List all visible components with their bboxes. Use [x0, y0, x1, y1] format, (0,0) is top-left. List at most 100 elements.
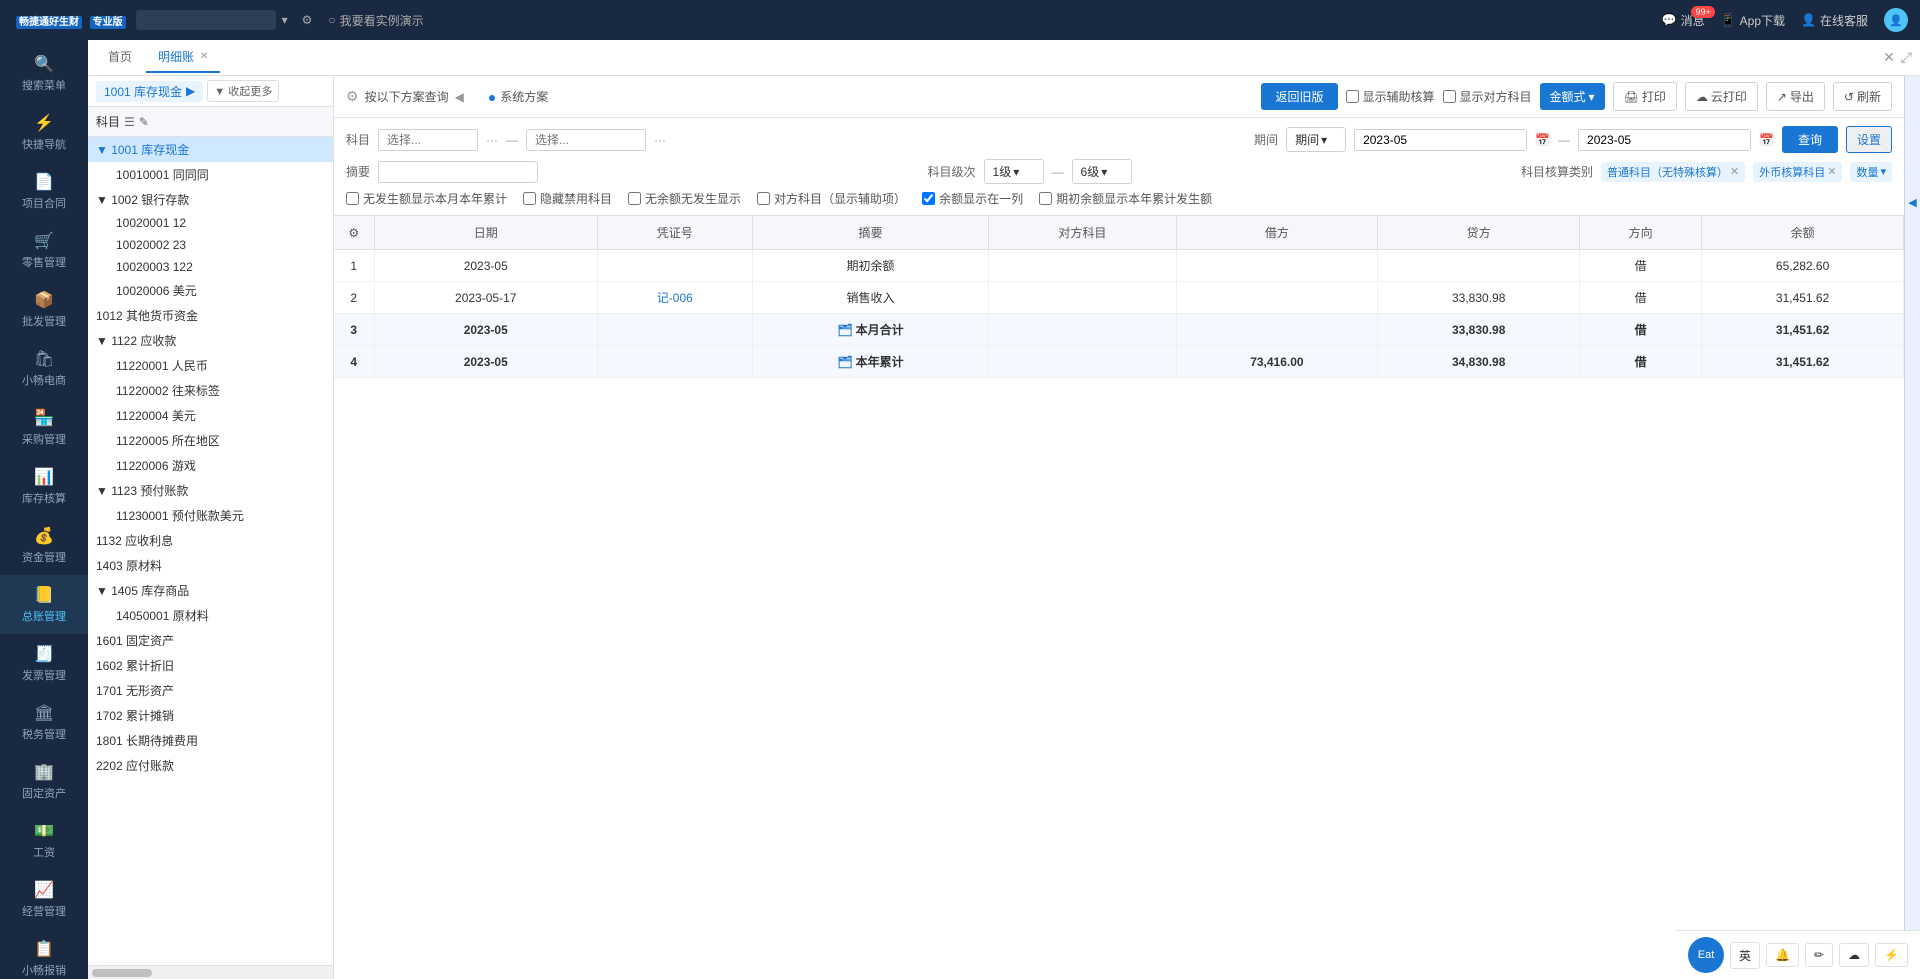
period-type-select[interactable]: 期间 ▾ — [1286, 127, 1346, 152]
account-tree-item[interactable]: 10010001 同同同 — [88, 162, 333, 187]
account-tree-item[interactable]: 10020002 23 — [88, 234, 333, 256]
checkbox-contra-input[interactable] — [757, 192, 770, 205]
sidebar-item-project[interactable]: 📄 项目合同 — [0, 162, 88, 221]
user-avatar[interactable]: 👤 — [1884, 8, 1908, 32]
cloud-btn[interactable]: ☁ — [1839, 943, 1869, 967]
lightning-btn[interactable]: ⚡ — [1875, 943, 1908, 967]
maximize-icon[interactable]: ⤢ — [1901, 49, 1912, 66]
account-tree-item[interactable]: 1602 累计折旧 — [88, 653, 333, 678]
edit-icon[interactable]: ✎ — [139, 115, 149, 129]
checkbox-opening-balance-input[interactable] — [1039, 192, 1052, 205]
calendar-end-icon[interactable]: 📅 — [1759, 133, 1774, 147]
checkbox-opening-balance[interactable]: 期初余额显示本年累计发生额 — [1039, 190, 1212, 207]
back-old-btn[interactable]: 返回旧版 — [1261, 83, 1337, 110]
account-tree-item[interactable]: ▼ 1001 库存现金 — [88, 137, 333, 162]
filter-ellipsis-1[interactable]: ··· — [486, 133, 498, 147]
sidebar-item-search[interactable]: 🔍 搜索菜单 — [0, 44, 88, 103]
checkbox-hide-disabled[interactable]: 隐藏禁用科目 — [523, 190, 612, 207]
checkbox-no-amount-input[interactable] — [346, 192, 359, 205]
account-tree-item[interactable]: 1801 长期待摊费用 — [88, 728, 333, 753]
close-window-icon[interactable]: ✕ — [1883, 49, 1895, 66]
checkbox-no-balance[interactable]: 无余额无发生显示 — [628, 190, 741, 207]
checkbox-no-amount[interactable]: 无发生额显示本月本年累计 — [346, 190, 507, 207]
account-tree-item[interactable]: 11220004 美元 — [88, 403, 333, 428]
topbar-search[interactable] — [136, 10, 276, 30]
account-tree-item[interactable]: 2202 应付账款 — [88, 753, 333, 778]
sidebar-item-ledger[interactable]: 📒 总账管理 — [0, 575, 88, 634]
filter-settings-btn[interactable]: 设置 — [1846, 126, 1892, 153]
current-account-tag[interactable]: 1001 库存现金 ▶ — [96, 81, 203, 102]
level-end-select[interactable]: 6级 ▾ — [1072, 159, 1132, 184]
calc-tag-1[interactable]: 普通科目（无特殊核算） ✕ — [1601, 162, 1745, 182]
account-tree-item[interactable]: 1702 累计摊销 — [88, 703, 333, 728]
sidebar-item-expense[interactable]: 📋 小畅报销 — [0, 929, 88, 979]
amount-type-btn[interactable]: 金额式 ▾ — [1540, 83, 1605, 110]
account-tree-item[interactable]: 14050001 原材料 — [88, 603, 333, 628]
sidebar-item-assets[interactable]: 🏢 固定资产 — [0, 752, 88, 811]
account-tree-item[interactable]: ▼ 1002 银行存款 — [88, 187, 333, 212]
eat-btn[interactable]: Eat — [1688, 937, 1724, 973]
checkbox-balance-col-input[interactable] — [922, 192, 935, 205]
account-tree-item[interactable]: 10020006 美元 — [88, 278, 333, 303]
account-tree-item[interactable]: ▼ 1405 库存商品 — [88, 578, 333, 603]
app-download-btn[interactable]: 📱 App下载 — [1721, 12, 1785, 29]
account-tree-item[interactable]: 1601 固定资产 — [88, 628, 333, 653]
list-view-icon[interactable]: ☰ — [124, 115, 135, 129]
account-tree-item[interactable]: 11220005 所在地区 — [88, 428, 333, 453]
calc-tag-2-close[interactable]: ✕ — [1827, 165, 1836, 178]
account-tree-item[interactable]: 11220001 人民币 — [88, 353, 333, 378]
sidebar-item-salary[interactable]: 💵 工资 — [0, 811, 88, 870]
tab-close-btn[interactable]: ✕ — [200, 51, 208, 62]
cloud-print-btn[interactable]: ☁ 云打印 — [1685, 82, 1758, 111]
calc-tag-1-close[interactable]: ✕ — [1730, 165, 1739, 178]
sidebar-item-tax[interactable]: 🏛 税务管理 — [0, 693, 88, 752]
sidebar-item-management[interactable]: 📈 经营管理 — [0, 870, 88, 929]
english-btn[interactable]: 英 — [1730, 942, 1760, 969]
query-execute-btn[interactable]: 查询 — [1782, 126, 1838, 153]
account-tree-item[interactable]: 1701 无形资产 — [88, 678, 333, 703]
calendar-start-icon[interactable]: 📅 — [1535, 133, 1550, 147]
sidebar-item-inventory[interactable]: 📊 库存核算 — [0, 457, 88, 516]
account-tree-item[interactable]: 1012 其他货币资金 — [88, 303, 333, 328]
quantity-tag[interactable]: 数量 ▾ — [1850, 162, 1892, 182]
account-tree-item[interactable]: 1403 原材料 — [88, 553, 333, 578]
account-tree-item[interactable]: 11230001 预付账款美元 — [88, 503, 333, 528]
col-settings[interactable]: ⚙ — [334, 216, 374, 250]
sidebar-item-invoice[interactable]: 🧾 发票管理 — [0, 634, 88, 693]
sidebar-item-purchase[interactable]: 🏪 采购管理 — [0, 398, 88, 457]
account-tree-item[interactable]: ▼ 1123 预付账款 — [88, 478, 333, 503]
subject-end-input[interactable] — [526, 129, 646, 151]
filter-arrow-left[interactable]: ◀ — [455, 90, 464, 104]
display-aux-checkbox[interactable]: 显示辅助核算 — [1346, 88, 1435, 105]
right-edge-panel[interactable]: ◀ — [1904, 76, 1920, 979]
export-btn[interactable]: ↗ 导出 — [1766, 82, 1825, 111]
tab-home[interactable]: 首页 — [96, 42, 144, 73]
summary-input[interactable] — [378, 161, 538, 183]
notification-btn[interactable]: 🔔 — [1766, 943, 1799, 967]
period-start-input[interactable] — [1354, 129, 1527, 151]
sidebar-item-quicknav[interactable]: ⚡ 快捷导航 — [0, 103, 88, 162]
checkbox-no-balance-input[interactable] — [628, 192, 641, 205]
topbar-settings-icon[interactable]: ⚙ — [302, 13, 313, 27]
account-tree-item[interactable]: 10020003 122 — [88, 256, 333, 278]
topbar-chevron-icon[interactable]: ▾ — [282, 13, 288, 27]
demo-link[interactable]: ○ 我要看实例演示 — [328, 12, 423, 29]
refresh-btn[interactable]: ↺ 刷新 — [1833, 82, 1892, 111]
account-tree-item[interactable]: ▼ 1122 应收款 — [88, 328, 333, 353]
voucher-link[interactable]: 记-006 — [657, 291, 693, 305]
cell-voucher[interactable]: 记-006 — [597, 282, 752, 314]
online-service-btn[interactable]: 👤 在线客服 — [1801, 12, 1868, 29]
checkbox-contra[interactable]: 对方科目（显示辅助项） — [757, 190, 906, 207]
account-tree-item[interactable]: 11220002 往来标签 — [88, 378, 333, 403]
sidebar-item-ecommerce[interactable]: 🛍 小畅电商 — [0, 339, 88, 398]
calc-tag-2[interactable]: 外币核算科目 ✕ — [1753, 162, 1842, 182]
filter-ellipsis-2[interactable]: ··· — [654, 133, 666, 147]
checkbox-hide-disabled-input[interactable] — [523, 192, 536, 205]
account-tree-item[interactable]: 11220006 游戏 — [88, 453, 333, 478]
expand-more-btn[interactable]: ▼ 收起更多 — [207, 80, 279, 102]
sidebar-item-finance[interactable]: 💰 资金管理 — [0, 516, 88, 575]
message-btn[interactable]: 💬 消息 99+ — [1662, 12, 1705, 29]
sidebar-item-retail[interactable]: 🛒 零售管理 — [0, 221, 88, 280]
display-contra-input[interactable] — [1443, 90, 1456, 103]
scheme-item[interactable]: ● 系统方案 — [488, 88, 548, 105]
